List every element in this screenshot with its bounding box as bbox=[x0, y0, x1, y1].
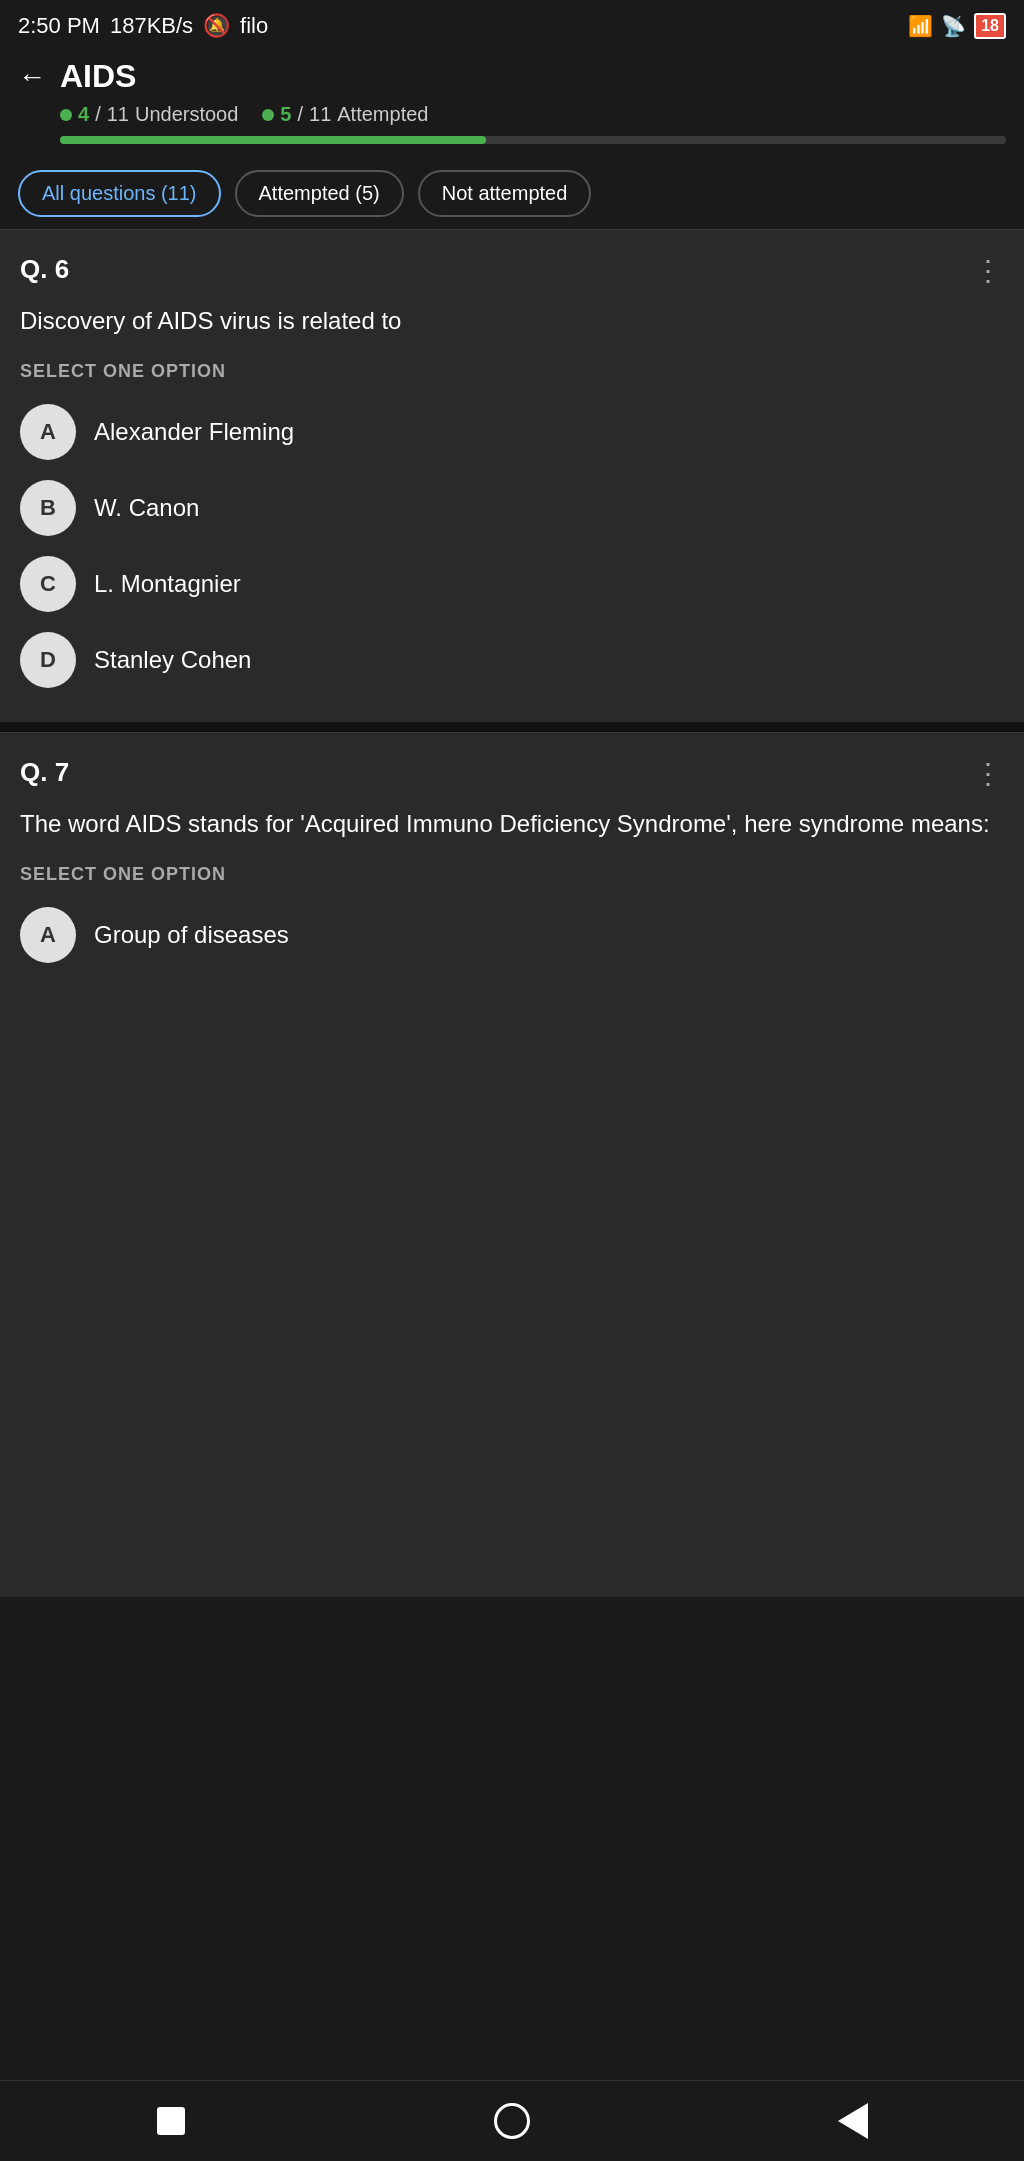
question-6-card: Q. 6 ⋮ Discovery of AIDS virus is relate… bbox=[0, 229, 1024, 722]
status-bar: 2:50 PM 187KB/s 🔕 filo 📶 📡 18 bbox=[0, 0, 1024, 48]
understood-dot bbox=[60, 109, 72, 121]
nav-home-button[interactable] bbox=[488, 2097, 536, 2145]
question-7-number: Q. 7 bbox=[20, 757, 69, 788]
understood-total: 11 bbox=[107, 103, 129, 126]
tab-not-attempted[interactable]: Not attempted bbox=[418, 170, 592, 217]
battery-level: 18 bbox=[974, 13, 1006, 39]
carrier-name: filo bbox=[240, 13, 268, 39]
progress-bar-fill bbox=[60, 136, 486, 144]
time-display: 2:50 PM bbox=[18, 13, 100, 39]
question-7-card: Q. 7 ⋮ The word AIDS stands for 'Acquire… bbox=[0, 732, 1024, 997]
header-stats: 4 / 11 Understood 5 / 11 Attempted bbox=[60, 103, 1006, 126]
tab-attempted[interactable]: Attempted (5) bbox=[235, 170, 404, 217]
tab-all-questions[interactable]: All questions (11) bbox=[18, 170, 221, 217]
attempted-count: 5 bbox=[280, 103, 291, 126]
question-6-option-b[interactable]: B W. Canon bbox=[20, 480, 1004, 536]
question-6-menu[interactable]: ⋮ bbox=[974, 254, 1004, 287]
understood-label: Understood bbox=[135, 103, 238, 126]
attempted-dot bbox=[262, 109, 274, 121]
question-6-option-a[interactable]: A Alexander Fleming bbox=[20, 404, 1004, 460]
attempted-separator: / bbox=[297, 103, 303, 126]
question-6-select-label: SELECT ONE OPTION bbox=[20, 361, 1004, 382]
option-b-circle: B bbox=[20, 480, 76, 536]
question-6-option-d[interactable]: D Stanley Cohen bbox=[20, 632, 1004, 688]
option-b-text: W. Canon bbox=[94, 494, 199, 522]
question-6-header: Q. 6 ⋮ bbox=[20, 254, 1004, 287]
circle-icon bbox=[494, 2103, 530, 2139]
nav-square-button[interactable] bbox=[147, 2097, 195, 2145]
option-a-text: Alexander Fleming bbox=[94, 418, 294, 446]
status-left: 2:50 PM 187KB/s 🔕 filo bbox=[18, 13, 268, 39]
understood-stat: 4 / 11 Understood bbox=[60, 103, 238, 126]
nav-bar bbox=[0, 2080, 1024, 2161]
option-c-text: L. Montagnier bbox=[94, 570, 241, 598]
question-divider bbox=[0, 722, 1024, 732]
q7-option-a-text: Group of diseases bbox=[94, 921, 289, 949]
option-d-circle: D bbox=[20, 632, 76, 688]
square-icon bbox=[157, 2107, 185, 2135]
network-speed: 187KB/s bbox=[110, 13, 193, 39]
understood-count: 4 bbox=[78, 103, 89, 126]
back-button[interactable]: ← bbox=[18, 61, 46, 93]
question-6-options: A Alexander Fleming B W. Canon C L. Mont… bbox=[20, 404, 1004, 698]
question-7-select-label: SELECT ONE OPTION bbox=[20, 864, 1004, 885]
progress-bar-container bbox=[60, 136, 1006, 144]
option-c-circle: C bbox=[20, 556, 76, 612]
attempted-total: 11 bbox=[309, 103, 331, 126]
question-7-menu[interactable]: ⋮ bbox=[974, 757, 1004, 790]
attempted-stat: 5 / 11 Attempted bbox=[262, 103, 428, 126]
option-d-text: Stanley Cohen bbox=[94, 646, 251, 674]
wifi-icon: 📶 bbox=[908, 14, 933, 38]
header: ← AIDS 4 / 11 Understood 5 / 11 Attempte… bbox=[0, 48, 1024, 158]
spacer bbox=[0, 997, 1024, 1597]
page-title: AIDS bbox=[60, 58, 136, 95]
triangle-back-icon bbox=[838, 2103, 868, 2139]
question-7-option-a[interactable]: A Group of diseases bbox=[20, 907, 1004, 963]
option-a-circle: A bbox=[20, 404, 76, 460]
question-6-number: Q. 6 bbox=[20, 254, 69, 285]
question-6-text: Discovery of AIDS virus is related to bbox=[20, 303, 1004, 339]
header-top: ← AIDS bbox=[18, 58, 1006, 95]
question-7-header: Q. 7 ⋮ bbox=[20, 757, 1004, 790]
filter-tabs: All questions (11) Attempted (5) Not att… bbox=[0, 158, 1024, 229]
nav-back-button[interactable] bbox=[829, 2097, 877, 2145]
question-7-text: The word AIDS stands for 'Acquired Immun… bbox=[20, 806, 1004, 842]
mute-icon: 🔕 bbox=[203, 13, 230, 39]
signal-icon: 📡 bbox=[941, 14, 966, 38]
understood-separator: / bbox=[95, 103, 101, 126]
q7-option-a-circle: A bbox=[20, 907, 76, 963]
question-7-options: A Group of diseases bbox=[20, 907, 1004, 973]
question-6-option-c[interactable]: C L. Montagnier bbox=[20, 556, 1004, 612]
status-right: 📶 📡 18 bbox=[908, 13, 1006, 39]
attempted-label: Attempted bbox=[337, 103, 428, 126]
